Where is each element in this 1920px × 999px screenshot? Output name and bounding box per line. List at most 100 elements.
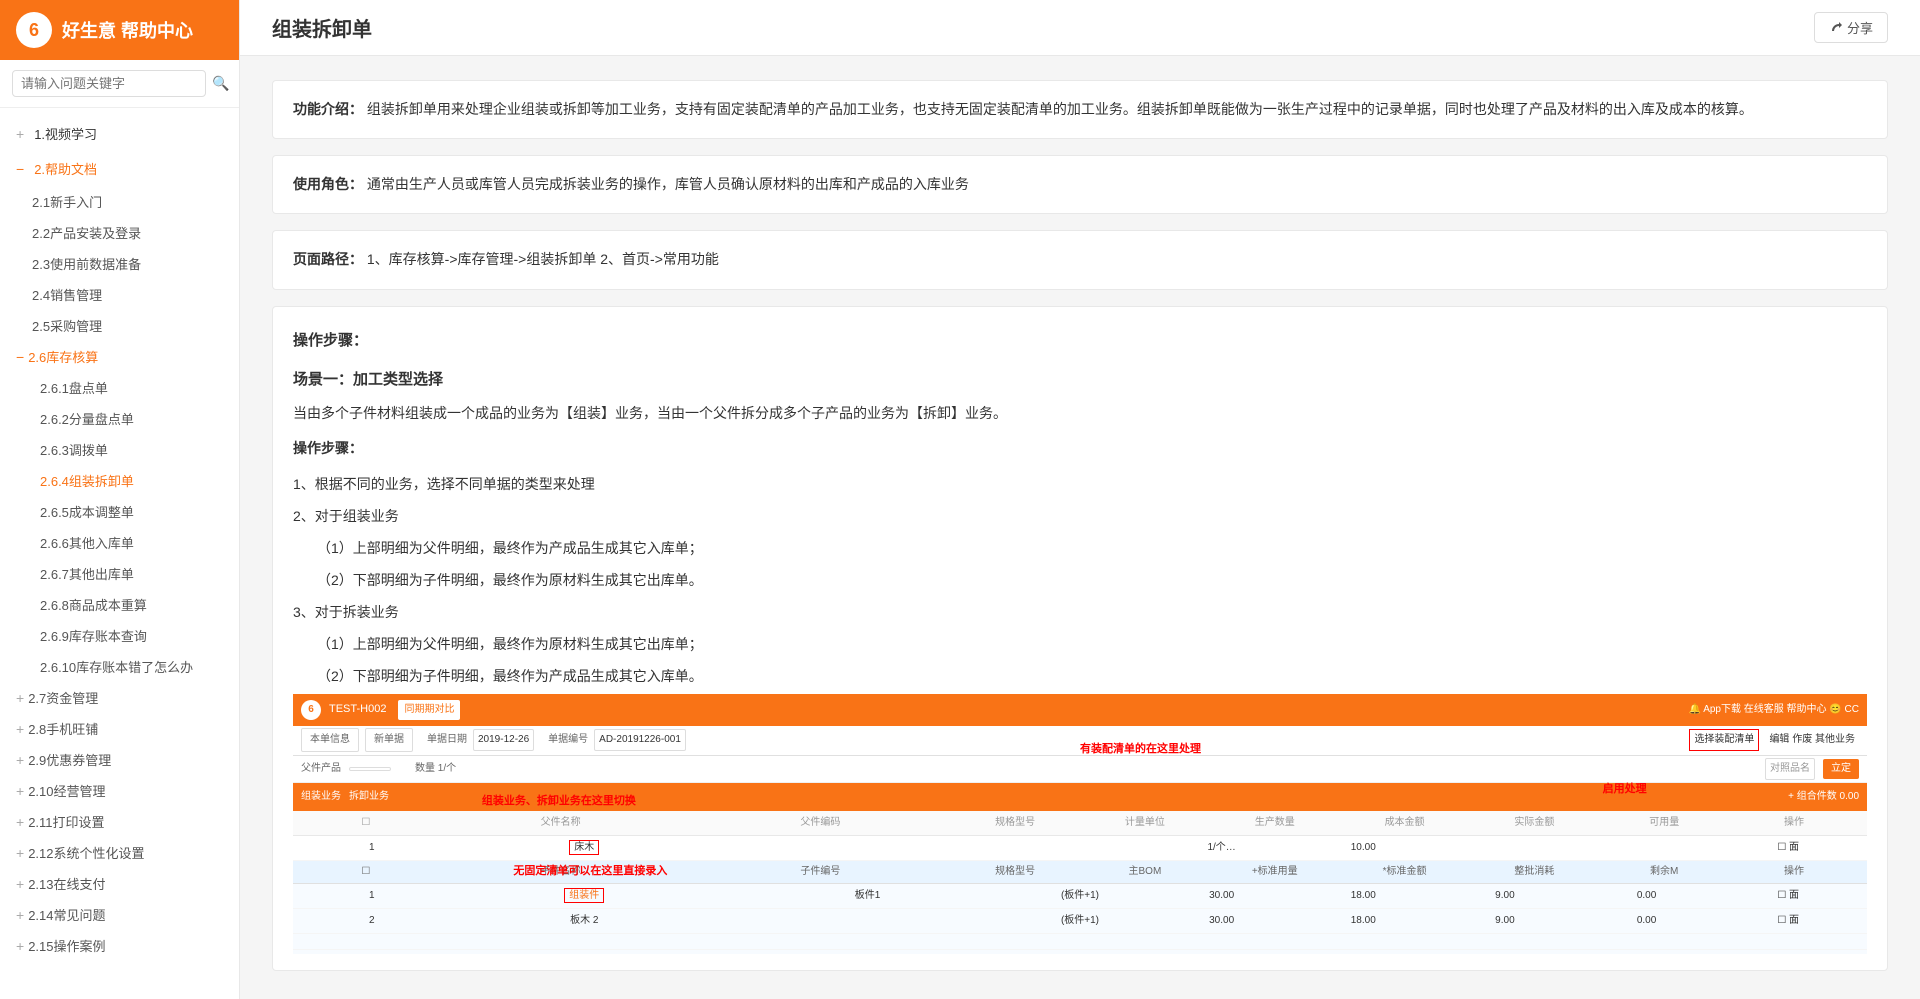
mock-subrow-4 (293, 950, 1867, 954)
mock-subtable-header: ☐ 子件名称 子件编号 规格型号 主BOM +标准用量 *标准金额 整批消耗 剩… (293, 861, 1867, 884)
search-bar: 🔍 (0, 60, 239, 108)
search-icon[interactable]: 🔍 (212, 75, 229, 92)
sidebar-item-cases[interactable]: + 2.15操作案例 (0, 930, 239, 961)
steps-block: 操作步骤： 1、根据不同的业务，选择不同单据的类型来处理 2、对于组装业务 （1… (293, 434, 1867, 690)
sidebar-item-other-in[interactable]: 2.6.6其他入库单 (0, 527, 239, 558)
app-title: 好生意 帮助中心 (62, 17, 193, 43)
sidebar-item-personalize[interactable]: + 2.12系统个性化设置 (0, 837, 239, 868)
col-qty: 生产数量 (1210, 814, 1340, 832)
step2-2: （2）下部明细为子件明细，最终作为原材料生成其它出库单。 (293, 566, 1867, 594)
func-intro-text: 组装拆卸单用来处理企业组装或拆卸等加工业务，支持有固定装配清单的产品加工业务，也… (367, 101, 1753, 117)
sidebar-item-cost-adjust[interactable]: 2.6.5成本调整单 (0, 496, 239, 527)
mock-btn-assembly-list[interactable]: 选择装配清单 (1689, 729, 1759, 751)
step3-2: （2）下部明细为子件明细，最终作为产成品生成其它入库单。 (293, 662, 1867, 690)
mock-toolbar-row: 本单信息 新单据 单据日期 2019-12-26 单据编号 AD-2019122… (293, 726, 1867, 756)
mock-logo: 6 (301, 700, 321, 720)
mock-subrow-3 (293, 934, 1867, 950)
mock-field2: 数量 1/个 (415, 760, 456, 778)
sidebar-item-transfer[interactable]: 2.6.3调拨单 (0, 434, 239, 465)
sidebar-item-finance[interactable]: + 2.7资金管理 (0, 682, 239, 713)
sidebar-item-faq[interactable]: + 2.14常见问题 (0, 899, 239, 930)
step1: 1、根据不同的业务，选择不同单据的类型来处理 (293, 470, 1867, 498)
role-text: 通常由生产人员或库管人员完成拆装业务的操作，库管人员确认原材料的出库和产成品的入… (367, 176, 969, 192)
path-label: 页面路径： (293, 251, 363, 267)
mock-subrow-2: 2 板木 2 (板件+1) 30.00 18.00 9.00 0.00 ☐ 面 (293, 909, 1867, 934)
search-input[interactable] (12, 70, 206, 97)
mock-btn-ok[interactable]: 立定 (1823, 759, 1859, 779)
sidebar-group-docs[interactable]: − 2.帮助文档 (0, 151, 239, 186)
col-parent-code: 父件编码 (691, 814, 951, 832)
role-block: 使用角色： 通常由生产人员或库管人员完成拆装业务的操作，库管人员确认原材料的出库… (272, 155, 1888, 214)
col-parent-name: 父件名称 (431, 814, 691, 832)
sidebar-item-print[interactable]: + 2.11打印设置 (0, 806, 239, 837)
col-cost: 成本金额 (1340, 814, 1470, 832)
step2-1: （1）上部明细为父件明细，最终作为产成品生成其它入库单； (293, 534, 1867, 562)
col-action: 操作 (1729, 814, 1859, 832)
mock-add-row: + 组合件数 0.00 (1788, 788, 1859, 806)
sidebar-item-stock-ledger[interactable]: 2.6.9库存账本查询 (0, 620, 239, 651)
screenshot-mock: 6 TEST-H002 同期期对比 🔔 App下载 在线客服 帮助中心 😊 CC… (293, 694, 1867, 954)
sidebar-group-video-label: 1.视频学习 (34, 124, 97, 143)
sidebar-item-coupon[interactable]: + 2.9优惠券管理 (0, 744, 239, 775)
scene1-desc: 当由多个子件材料组装成一个成品的业务为【组装】业务，当由一个父件拆分成多个子产品… (293, 401, 1867, 426)
mock-date-val: 2019-12-26 (473, 729, 534, 751)
sidebar-item-management[interactable]: + 2.10经营管理 (0, 775, 239, 806)
mock-table-header: ☐ 父件名称 父件编码 规格型号 计量单位 生产数量 成本金额 实际金额 可用量… (293, 811, 1867, 836)
step2: 2、对于组装业务 (293, 502, 1867, 530)
col-actual: 实际金额 (1469, 814, 1599, 832)
mock-table-row-1: 1 床木 1/个… 10.00 ☐ 面 (293, 836, 1867, 861)
mock-field-optional: 对照品名 (1765, 758, 1815, 780)
mock-toolbar-more: 编辑 作废 其他业务 (1769, 731, 1855, 749)
sidebar-item-mobile[interactable]: + 2.8手机旺铺 (0, 713, 239, 744)
mock-field1: 父件产品 (301, 760, 341, 778)
step3-1: （1）上部明细为父件明细，最终作为原材料生成其它出库单； (293, 630, 1867, 658)
col-checkbox: ☐ (301, 814, 431, 832)
sidebar-item-inventory[interactable]: − 2.6库存核算 (0, 341, 239, 372)
content-area: 功能介绍： 组装拆卸单用来处理企业组装或拆卸等加工业务，支持有固定装配清单的产品… (240, 56, 1920, 999)
share-button[interactable]: 分享 (1814, 12, 1888, 43)
mock-type-label: 组装业务 (301, 788, 341, 806)
sidebar-item-assembly[interactable]: 2.6.4组装拆卸单 (0, 465, 239, 496)
sidebar-item-purchase[interactable]: 2.5采购管理 (0, 310, 239, 341)
sidebar-item-stock-error[interactable]: 2.6.10库存账本错了怎么办 (0, 651, 239, 682)
sidebar-item-partial-stocktake[interactable]: 2.6.2分量盘点单 (0, 403, 239, 434)
share-icon (1829, 21, 1843, 35)
func-intro-block: 功能介绍： 组装拆卸单用来处理企业组装或拆卸等加工业务，支持有固定装配清单的产品… (272, 80, 1888, 139)
role-label: 使用角色： (293, 176, 363, 192)
mock-date-label: 单据日期 (427, 731, 467, 749)
mock-topbar: 6 TEST-H002 同期期对比 🔔 App下载 在线客服 帮助中心 😊 CC (293, 694, 1867, 726)
sidebar-item-newbie[interactable]: 2.1新手入门 (0, 186, 239, 217)
sidebar-group-video[interactable]: + 1.视频学习 (0, 116, 239, 151)
mock-annotation-row1: 父件产品 数量 1/个 对照品名 立定 (293, 756, 1867, 783)
mock-btn-new[interactable]: 本单信息 (301, 728, 359, 752)
sidebar-item-install[interactable]: 2.2产品安装及登录 (0, 217, 239, 248)
ops-block: 操作步骤： 场景一：加工类型选择 当由多个子件材料组装成一个成品的业务为【组装】… (272, 306, 1888, 971)
path-block: 页面路径： 1、库存核算->库存管理->组装拆卸单 2、首页->常用功能 (272, 230, 1888, 289)
sidebar-header: 6 好生意 帮助中心 (0, 0, 239, 60)
sidebar-item-other-out[interactable]: 2.6.7其他出库单 (0, 558, 239, 589)
mock-field1-val (349, 767, 391, 771)
page-title: 组装拆卸单 (272, 13, 372, 42)
collapse-icon: − (16, 161, 24, 177)
main-content: 组装拆卸单 分享 功能介绍： 组装拆卸单用来处理企业组装或拆卸等加工业务，支持有… (240, 0, 1920, 999)
sidebar-item-cost-recalc[interactable]: 2.6.8商品成本重算 (0, 589, 239, 620)
scene1-ops-title: 操作步骤： (293, 434, 1867, 462)
sidebar-item-sales[interactable]: 2.4销售管理 (0, 279, 239, 310)
sidebar-item-stocktake[interactable]: 2.6.1盘点单 (0, 372, 239, 403)
top-bar: 组装拆卸单 分享 (240, 0, 1920, 56)
col-spec: 规格型号 (950, 814, 1080, 832)
mock-row1-name: 床木 (569, 840, 599, 855)
scene1-title: 场景一：加工类型选择 (293, 366, 1867, 393)
mock-btn-list[interactable]: 新单据 (365, 728, 413, 752)
ops-title: 操作步骤： (293, 327, 1867, 354)
mock-topbar-tag: 同期期对比 (398, 700, 460, 720)
col-avail: 可用量 (1599, 814, 1729, 832)
sidebar-item-data-prep[interactable]: 2.3使用前数据准备 (0, 248, 239, 279)
mock-order-label: 单据编号 (548, 731, 588, 749)
func-intro-label: 功能介绍： (293, 101, 363, 117)
app-logo: 6 (16, 12, 52, 48)
expand-icon: + (16, 126, 24, 142)
mock-subrow-1: 1 组装件 板件1 (板件+1) 30.00 18.00 9.00 0.00 ☐… (293, 884, 1867, 909)
mock-type-label2: 拆卸业务 (349, 788, 389, 806)
sidebar-item-payment[interactable]: + 2.13在线支付 (0, 868, 239, 899)
